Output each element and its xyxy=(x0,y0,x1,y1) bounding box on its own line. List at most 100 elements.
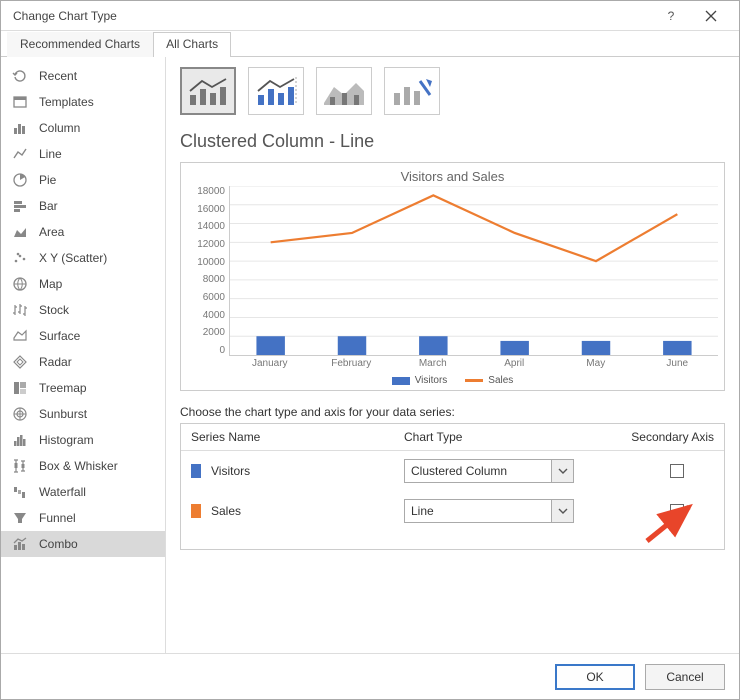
sidebar-item-label: Column xyxy=(39,121,80,135)
sidebar-item-sunburst[interactable]: Sunburst xyxy=(1,401,165,427)
titlebar: Change Chart Type ? xyxy=(1,1,739,31)
sidebar-item-waterfall[interactable]: Waterfall xyxy=(1,479,165,505)
sidebar-item-label: Waterfall xyxy=(39,485,86,499)
subtype-heading: Clustered Column - Line xyxy=(180,131,725,152)
subtype-custom-combo[interactable] xyxy=(384,67,440,115)
sidebar-item-map[interactable]: Map xyxy=(1,271,165,297)
series-hdr-type: Chart Type xyxy=(404,430,604,444)
stock-icon xyxy=(11,301,29,319)
sidebar-item-combo[interactable]: Combo xyxy=(1,531,165,557)
line-icon xyxy=(11,145,29,163)
sidebar-item-surface[interactable]: Surface xyxy=(1,323,165,349)
sidebar-item-boxwhisker[interactable]: Box & Whisker xyxy=(1,453,165,479)
funnel-icon xyxy=(11,509,29,527)
box-whisker-icon xyxy=(11,457,29,475)
sidebar-item-label: Area xyxy=(39,225,64,239)
tab-all-charts[interactable]: All Charts xyxy=(153,32,231,57)
column-icon xyxy=(11,119,29,137)
sidebar-item-label: Line xyxy=(39,147,62,161)
recent-icon xyxy=(11,67,29,85)
bar-icon xyxy=(11,197,29,215)
combo-icon xyxy=(11,535,29,553)
x-axis: JanuaryFebruaryMarchAprilMayJune xyxy=(229,356,718,369)
sidebar-item-pie[interactable]: Pie xyxy=(1,167,165,193)
subtype-clustered-column-line-secondary[interactable] xyxy=(248,67,304,115)
secondary-axis-checkbox-visitors[interactable] xyxy=(670,464,684,478)
waterfall-icon xyxy=(11,483,29,501)
scatter-icon xyxy=(11,249,29,267)
dialog-footer: OK Cancel xyxy=(1,653,739,699)
sidebar-item-label: Histogram xyxy=(39,433,94,447)
sidebar-item-label: Templates xyxy=(39,95,94,109)
cancel-button[interactable]: Cancel xyxy=(645,664,725,690)
choose-label: Choose the chart type and axis for your … xyxy=(180,405,725,419)
radar-icon xyxy=(11,353,29,371)
chevron-down-icon xyxy=(551,460,573,482)
chart-legend: Visitors Sales xyxy=(187,375,718,386)
stacked-area-column-icon xyxy=(322,73,366,109)
legend-visitors: Visitors xyxy=(392,375,448,386)
series-swatch-visitors xyxy=(191,464,201,478)
surface-icon xyxy=(11,327,29,345)
combo-subtype-row xyxy=(180,67,725,115)
sidebar-item-label: Radar xyxy=(39,355,72,369)
legend-swatch-bar xyxy=(392,377,410,385)
sidebar-item-histogram[interactable]: Histogram xyxy=(1,427,165,453)
custom-combo-icon xyxy=(390,73,434,109)
sidebar-item-label: Bar xyxy=(39,199,58,213)
sidebar-item-label: Surface xyxy=(39,329,80,343)
sidebar-item-recent[interactable]: Recent xyxy=(1,63,165,89)
histogram-icon xyxy=(11,431,29,449)
legend-sales: Sales xyxy=(465,375,513,386)
sidebar-item-label: Recent xyxy=(39,69,77,83)
sidebar-item-label: Box & Whisker xyxy=(39,459,118,473)
templates-icon xyxy=(11,93,29,111)
sidebar-item-scatter[interactable]: X Y (Scatter) xyxy=(1,245,165,271)
sidebar-item-funnel[interactable]: Funnel xyxy=(1,505,165,531)
close-button[interactable] xyxy=(691,1,731,31)
chart-title: Visitors and Sales xyxy=(187,169,718,184)
treemap-icon xyxy=(11,379,29,397)
chart-type-dropdown-sales[interactable]: Line xyxy=(404,499,574,523)
subtype-clustered-column-line[interactable] xyxy=(180,67,236,115)
sidebar-item-treemap[interactable]: Treemap xyxy=(1,375,165,401)
plot-area xyxy=(229,186,718,356)
clustered-column-line-secondary-icon xyxy=(254,73,298,109)
tab-recommended[interactable]: Recommended Charts xyxy=(7,32,153,57)
sidebar-item-label: Stock xyxy=(39,303,69,317)
series-hdr-axis: Secondary Axis xyxy=(604,430,714,444)
sidebar-item-label: Treemap xyxy=(39,381,87,395)
sidebar-item-column[interactable]: Column xyxy=(1,115,165,141)
tab-bar: Recommended Charts All Charts xyxy=(1,31,739,57)
sidebar-item-label: Funnel xyxy=(39,511,76,525)
sidebar-item-label: Pie xyxy=(39,173,56,187)
ok-button[interactable]: OK xyxy=(555,664,635,690)
sidebar-item-stock[interactable]: Stock xyxy=(1,297,165,323)
sidebar-item-bar[interactable]: Bar xyxy=(1,193,165,219)
sidebar-item-area[interactable]: Area xyxy=(1,219,165,245)
y-axis: 1800016000140001200010000800060004000200… xyxy=(187,186,229,356)
area-icon xyxy=(11,223,29,241)
clustered-column-line-icon xyxy=(186,73,230,109)
sidebar-item-radar[interactable]: Radar xyxy=(1,349,165,375)
sidebar-item-label: Map xyxy=(39,277,62,291)
series-name: Visitors xyxy=(211,464,250,478)
pie-icon xyxy=(11,171,29,189)
sidebar-item-label: X Y (Scatter) xyxy=(39,251,107,265)
series-hdr-name: Series Name xyxy=(191,430,404,444)
help-button[interactable]: ? xyxy=(651,1,691,31)
annotation-arrow xyxy=(637,497,707,547)
sidebar-item-label: Combo xyxy=(39,537,78,551)
series-swatch-sales xyxy=(191,504,201,518)
sidebar-item-templates[interactable]: Templates xyxy=(1,89,165,115)
chart-preview[interactable]: Visitors and Sales 180001600014000120001… xyxy=(180,162,725,391)
window-title: Change Chart Type xyxy=(9,9,651,23)
sidebar-item-label: Sunburst xyxy=(39,407,87,421)
sidebar-item-line[interactable]: Line xyxy=(1,141,165,167)
chart-type-sidebar: Recent Templates Column Line Pie Bar Are… xyxy=(1,57,166,653)
map-icon xyxy=(11,275,29,293)
chart-type-dropdown-visitors[interactable]: Clustered Column xyxy=(404,459,574,483)
chevron-down-icon xyxy=(551,500,573,522)
subtype-stacked-area-column[interactable] xyxy=(316,67,372,115)
series-name: Sales xyxy=(211,504,241,518)
